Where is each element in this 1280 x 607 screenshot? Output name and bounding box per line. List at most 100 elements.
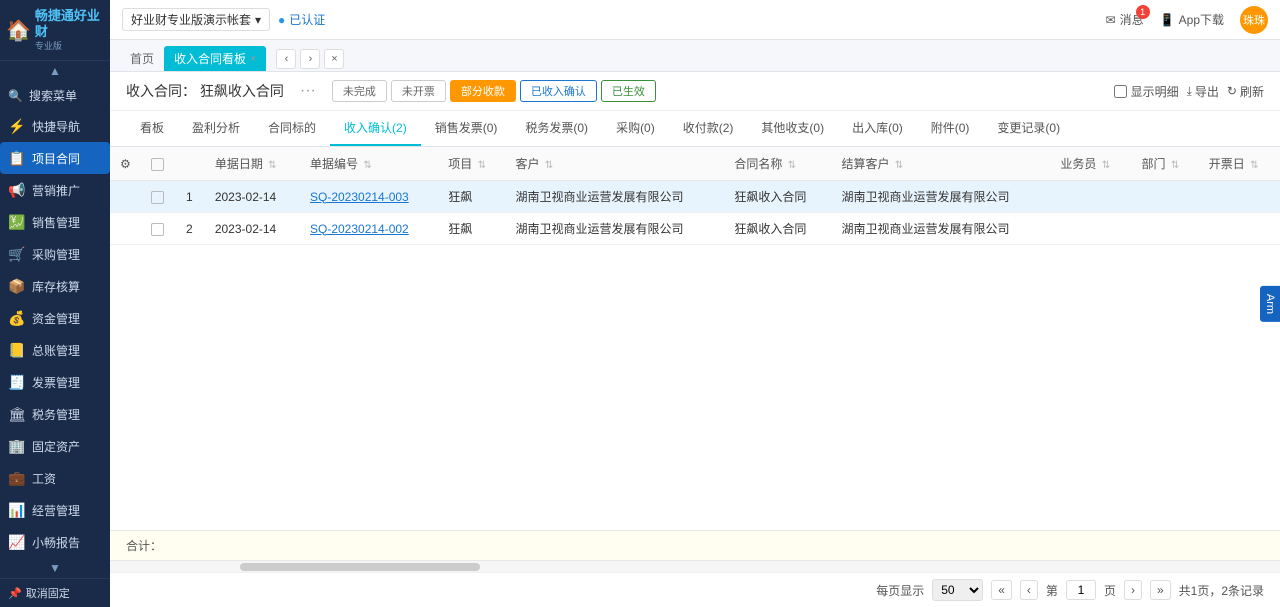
show-detail-toggle[interactable]: 显示明细 (1114, 83, 1179, 100)
sidebar-item-operations[interactable]: 📊 经营管理 (0, 494, 110, 526)
sort-date-icon[interactable]: ⇅ (268, 160, 276, 171)
subtab-dashboard[interactable]: 看板 (126, 111, 178, 146)
subtab-other-income[interactable]: 其他收支(0) (747, 111, 838, 146)
company-selector[interactable]: 好业财专业版演示帐套 ▾ (122, 8, 270, 31)
status-unfinished[interactable]: 未完成 (332, 80, 387, 102)
sidebar-item-inventory[interactable]: 📦 库存核算 (0, 270, 110, 302)
td-docno[interactable]: SQ-20230214-002 (300, 213, 438, 245)
th-project[interactable]: 项目 ⇅ (438, 147, 505, 181)
subtab-sales-invoice[interactable]: 销售发票(0) (421, 111, 512, 146)
right-panel-button[interactable]: Arm (1260, 285, 1280, 321)
sort-settlement-icon[interactable]: ⇅ (895, 160, 903, 171)
more-actions-button[interactable]: ··· (296, 82, 320, 100)
th-department[interactable]: 部门 ⇅ (1132, 147, 1199, 181)
th-date[interactable]: 单据日期 ⇅ (205, 147, 300, 181)
user-menu[interactable]: 珠珠 (1240, 6, 1268, 34)
sort-opendate-icon[interactable]: ⇅ (1250, 160, 1258, 171)
td-check[interactable] (141, 213, 174, 245)
table-row[interactable]: 2 2023-02-14 SQ-20230214-002 狂飙 湖南卫视商业运营… (110, 213, 1280, 245)
logo-text: 畅捷通好业财 (35, 8, 104, 39)
show-detail-label: 显示明细 (1131, 83, 1179, 100)
refresh-button[interactable]: ↻ 刷新 (1227, 83, 1264, 100)
sidebar-scroll-down[interactable]: ▼ (0, 558, 110, 578)
th-salesperson[interactable]: 业务员 ⇅ (1050, 147, 1131, 181)
docno-link[interactable]: SQ-20230214-003 (310, 190, 409, 204)
subtab-profit[interactable]: 盈利分析 (178, 111, 254, 146)
subtabs: 看板 盈利分析 合同标的 收入确认(2) 销售发票(0) 税务发票(0) 采购(… (110, 111, 1280, 147)
docno-link[interactable]: SQ-20230214-002 (310, 222, 409, 236)
prev-page-button[interactable]: ‹ (1020, 580, 1038, 600)
status-effective[interactable]: 已生效 (601, 80, 656, 102)
sidebar-item-fixed-assets[interactable]: 🏢 固定资产 (0, 430, 110, 462)
sidebar-search[interactable]: 🔍 搜索菜单 (0, 81, 110, 110)
data-table: ⚙ 单据日期 ⇅ 单据编号 ⇅ 项目 ⇅ 客户 ⇅ 合同名称 ⇅ 结算客户 ⇅ … (110, 147, 1280, 245)
th-customer[interactable]: 客户 ⇅ (505, 147, 724, 181)
status-partial-received[interactable]: 部分收款 (450, 80, 516, 102)
last-page-button[interactable]: » (1150, 580, 1171, 600)
tab-close-button[interactable]: × (250, 53, 256, 65)
app-download-button[interactable]: 📱 App下载 (1160, 11, 1224, 28)
subtab-tax-invoice[interactable]: 税务发票(0) (511, 111, 602, 146)
sidebar-item-labor[interactable]: 💼 工资 (0, 462, 110, 494)
sidebar-item-marketing[interactable]: 📢 营销推广 (0, 174, 110, 206)
th-settings[interactable]: ⚙ (110, 147, 141, 181)
tab-prev-button[interactable]: ‹ (276, 49, 296, 69)
th-open-date[interactable]: 开票日 ⇅ (1199, 147, 1280, 181)
notifications-button[interactable]: ✉ 1 消息 (1106, 11, 1144, 28)
td-check[interactable] (141, 181, 174, 213)
page-input[interactable] (1066, 580, 1096, 600)
th-checkbox[interactable] (141, 147, 174, 181)
sidebar-item-project-contract[interactable]: 📋 项目合同 (0, 142, 110, 174)
td-docno[interactable]: SQ-20230214-003 (300, 181, 438, 213)
sidebar-item-general-ledger[interactable]: 📒 总账管理 (0, 334, 110, 366)
sidebar-item-quick-nav[interactable]: ⚡ 快捷导航 (0, 110, 110, 142)
th-settlement-customer[interactable]: 结算客户 ⇅ (831, 147, 1050, 181)
subtab-warehouse[interactable]: 出入库(0) (838, 111, 917, 146)
tab-close-all-button[interactable]: × (324, 49, 344, 69)
sidebar-item-purchase[interactable]: 🛒 采购管理 (0, 238, 110, 270)
status-uninvoiced[interactable]: 未开票 (391, 80, 446, 102)
sidebar-pin-toggle[interactable]: 📌 取消固定 (0, 578, 110, 607)
per-page-select[interactable]: 50 100 200 (932, 579, 983, 601)
tab-active[interactable]: 收入合同看板 × (164, 46, 266, 71)
tab-next-button[interactable]: › (300, 49, 320, 69)
subtab-change-log[interactable]: 变更记录(0) (983, 111, 1074, 146)
sidebar-item-fund[interactable]: 💰 资金管理 (0, 302, 110, 334)
sort-dept-icon[interactable]: ⇅ (1171, 160, 1179, 171)
horizontal-scrollbar[interactable] (110, 560, 1280, 572)
subtab-revenue-confirm[interactable]: 收入确认(2) (330, 111, 421, 146)
show-detail-checkbox[interactable] (1114, 85, 1127, 98)
subtab-attachments[interactable]: 附件(0) (917, 111, 984, 146)
next-page-button[interactable]: › (1124, 580, 1142, 600)
tabbar: 首页 收入合同看板 × ‹ › × (110, 40, 1280, 72)
notification-icon: ✉ (1106, 13, 1116, 27)
sidebar-item-tax[interactable]: 🏛 税务管理 (0, 398, 110, 430)
sort-project-icon[interactable]: ⇅ (478, 160, 486, 171)
sort-salesperson-icon[interactable]: ⇅ (1102, 160, 1110, 171)
sort-contract-icon[interactable]: ⇅ (788, 160, 796, 171)
subtab-subject[interactable]: 合同标的 (254, 111, 330, 146)
td-settlement-customer: 湖南卫视商业运营发展有限公司 (831, 213, 1050, 245)
subtab-purchase[interactable]: 采购(0) (602, 111, 669, 146)
scroll-thumb[interactable] (240, 563, 480, 571)
total-label: 合计： (126, 537, 162, 554)
status-revenue-confirmed[interactable]: 已收入确认 (520, 80, 597, 102)
purchase-icon: 🛒 (8, 245, 26, 263)
sidebar: 🏠 畅捷通好业财 专业版 ▲ 🔍 搜索菜单 ⚡ 快捷导航 📋 项目合同 📢 营销… (0, 0, 110, 607)
sidebar-item-report[interactable]: 📈 小畅报告 (0, 526, 110, 558)
subtab-payment[interactable]: 收付款(2) (669, 111, 748, 146)
sort-docno-icon[interactable]: ⇅ (363, 160, 371, 171)
sidebar-scroll-up[interactable]: ▲ (0, 61, 110, 81)
th-docno[interactable]: 单据编号 ⇅ (300, 147, 438, 181)
sort-customer-icon[interactable]: ⇅ (545, 160, 553, 171)
export-button[interactable]: ⤓ 导出 (1187, 83, 1219, 100)
sidebar-item-invoice[interactable]: 🧾 发票管理 (0, 366, 110, 398)
contract-header: 收入合同： 狂飙收入合同 ··· 未完成 未开票 部分收款 已收入确认 已生效 … (110, 72, 1280, 111)
th-contract-name[interactable]: 合同名称 ⇅ (724, 147, 831, 181)
row-checkbox[interactable] (151, 191, 164, 204)
table-row[interactable]: 1 2023-02-14 SQ-20230214-003 狂飙 湖南卫视商业运营… (110, 181, 1280, 213)
first-page-button[interactable]: « (991, 580, 1012, 600)
tab-home[interactable]: 首页 (122, 46, 162, 71)
row-checkbox[interactable] (151, 223, 164, 236)
sidebar-item-sales[interactable]: 💹 销售管理 (0, 206, 110, 238)
